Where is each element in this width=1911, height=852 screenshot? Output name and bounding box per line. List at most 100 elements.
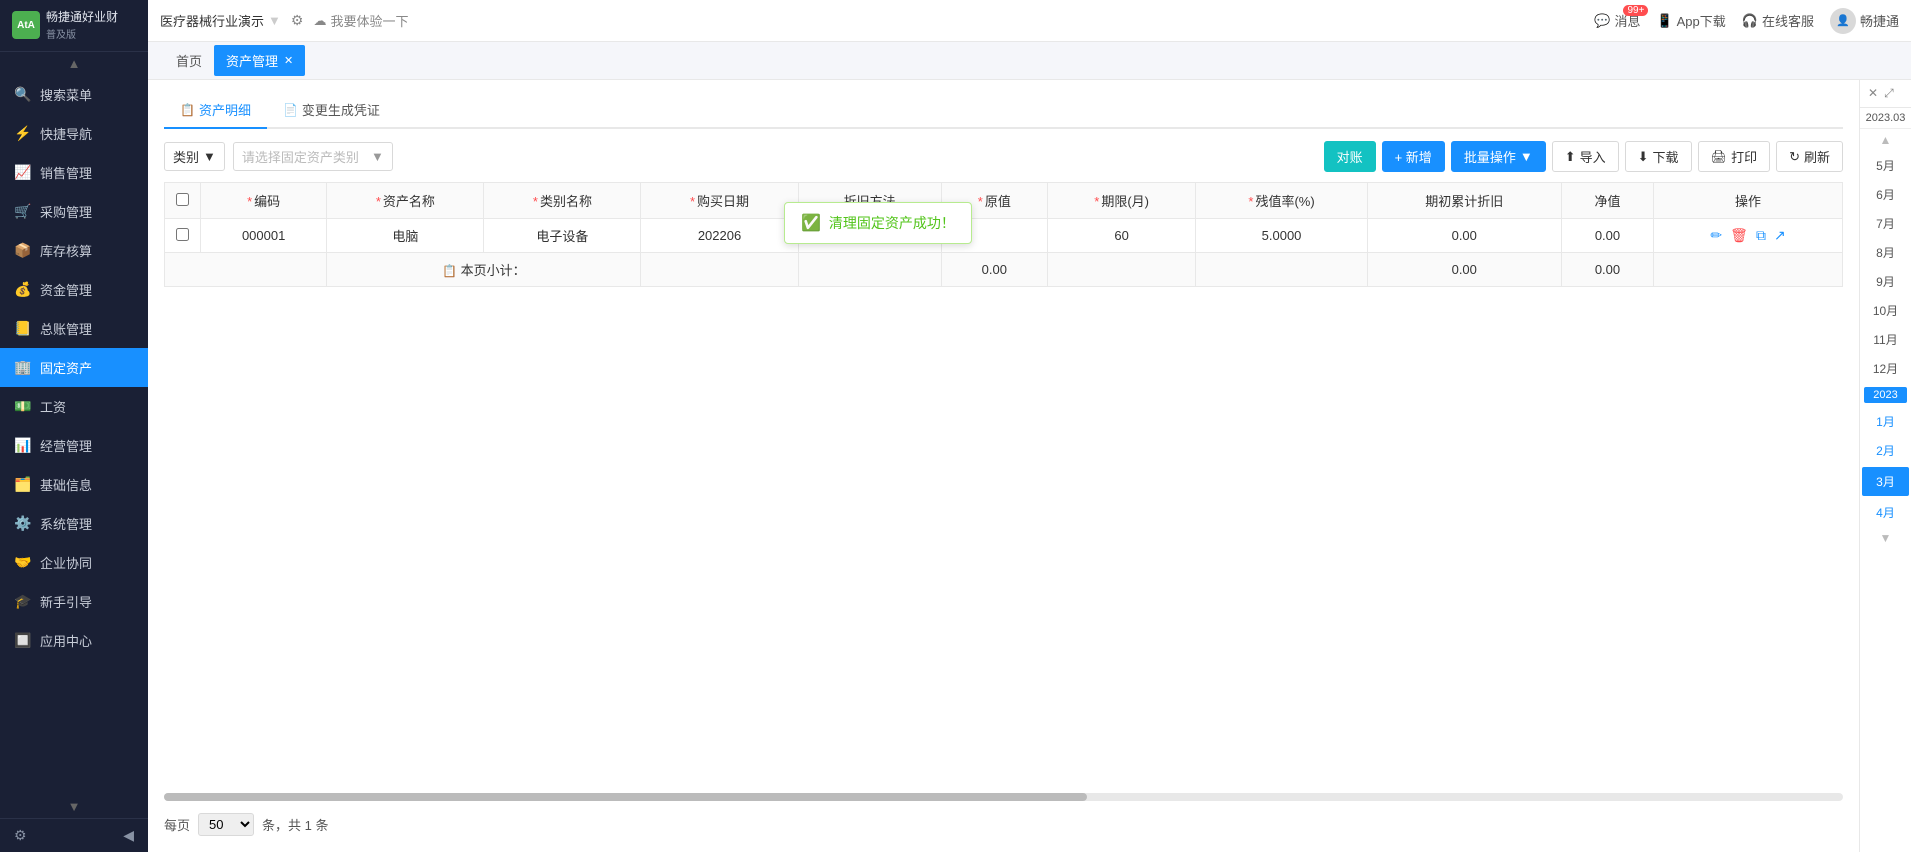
online-service-btn[interactable]: 🎧 在线客服 (1742, 11, 1814, 30)
new-btn[interactable]: + 新增 (1382, 141, 1445, 172)
tab-close-icon[interactable]: ✕ (284, 54, 293, 67)
user-profile[interactable]: 👤 畅捷通 (1830, 8, 1899, 34)
sidebar-icon-2: 📈 (14, 163, 32, 181)
sidebar-label-10: 基础信息 (40, 475, 92, 494)
experience-btn[interactable]: ☁ 我要体验一下 (313, 11, 408, 30)
right-panel-header: ✕ ⤢ (1860, 80, 1911, 108)
print-btn[interactable]: 🖨 打印 (1698, 141, 1771, 172)
sidebar-item-8[interactable]: 💵工资 (0, 387, 148, 426)
edit-btn[interactable]: ✏ (1710, 227, 1722, 244)
month-item-2023-3[interactable]: 4月 (1860, 498, 1911, 527)
sidebar-icon-5: 💰 (14, 280, 32, 298)
content-area: 📋 资产明细 📄 变更生成凭证 类别 ▼ 请选择固定资产类别 (148, 80, 1911, 852)
right-panel: ✕ ⤢ 2023.03 ▲5月6月7月8月9月10月11月12月20231月2月… (1859, 80, 1911, 852)
sidebar-item-12[interactable]: 🤝企业协同 (0, 543, 148, 582)
month-item-prev-1[interactable]: 6月 (1860, 180, 1911, 209)
month-scroll-down[interactable]: ▼ (1860, 527, 1911, 549)
sidebar-logo: AtA 畅捷通好业财 普及版 (0, 0, 148, 52)
sidebar-item-14[interactable]: 🔲应用中心 (0, 621, 148, 660)
main-content: 医疗器械行业演示 ▼ ⚙ ☁ 我要体验一下 💬 消息 99+ 📱 App下载 🎧… (148, 0, 1911, 852)
panel-expand-icon[interactable]: ⤢ (1884, 86, 1894, 101)
change-voucher-icon: 📄 (283, 103, 298, 117)
sidebar-item-4[interactable]: 📦库存核算 (0, 231, 148, 270)
dropdown-arrow-icon: ▼ (371, 149, 384, 164)
sidebar-item-10[interactable]: 🗂️基础信息 (0, 465, 148, 504)
settings-icon[interactable]: ⚙ (14, 827, 27, 844)
category-dropdown[interactable]: 请选择固定资产类别 ▼ (233, 142, 393, 171)
per-page-select[interactable]: 50 100 200 (198, 813, 254, 836)
sidebar-bottom: ⚙ ◀ (0, 818, 148, 852)
collapse-icon[interactable]: ◀ (123, 827, 134, 844)
month-item-prev-6[interactable]: 11月 (1860, 325, 1911, 354)
month-item-prev-2[interactable]: 7月 (1860, 209, 1911, 238)
sidebar-icon-11: ⚙️ (14, 514, 32, 532)
refresh-icon: ↻ (1789, 149, 1800, 165)
h-scrollbar[interactable] (164, 789, 1843, 803)
sidebar-item-13[interactable]: 🎓新手引导 (0, 582, 148, 621)
sidebar-label-4: 库存核算 (40, 241, 92, 260)
pagination: 每页 50 100 200 条，共 1 条 (164, 803, 1843, 840)
account-btn[interactable]: 对账 (1324, 141, 1376, 172)
sidebar-icon-3: 🛒 (14, 202, 32, 220)
th-checkbox (165, 183, 201, 219)
sidebar-scroll-up[interactable]: ▲ (0, 52, 148, 75)
import-btn[interactable]: ⬆ 导入 (1552, 141, 1619, 172)
tab-asset-management[interactable]: 资产管理 ✕ (214, 45, 305, 76)
month-item-prev-3[interactable]: 8月 (1860, 238, 1911, 267)
success-check-icon: ✅ (801, 213, 821, 233)
sub-tabs: 📋 资产明细 📄 变更生成凭证 (164, 92, 1843, 129)
select-all-checkbox[interactable] (176, 193, 189, 206)
sidebar-label-5: 资金管理 (40, 280, 92, 299)
sidebar-item-11[interactable]: ⚙️系统管理 (0, 504, 148, 543)
sidebar-item-6[interactable]: 📒总账管理 (0, 309, 148, 348)
delete-btn[interactable]: 🗑 (1730, 227, 1748, 244)
subtotal-net: 0.00 (1561, 253, 1653, 287)
sidebar-item-3[interactable]: 🛒采购管理 (0, 192, 148, 231)
settings-gear-icon[interactable]: ⚙ (291, 12, 304, 29)
panel-close-icon[interactable]: ✕ (1868, 86, 1878, 101)
sidebar-item-2[interactable]: 📈销售管理 (0, 153, 148, 192)
row-purchase-date: 202206 (641, 219, 798, 253)
sidebar-label-14: 应用中心 (40, 631, 92, 650)
sidebar-item-9[interactable]: 📊经营管理 (0, 426, 148, 465)
row-period: 60 (1047, 219, 1196, 253)
month-scroll-up[interactable]: ▲ (1860, 129, 1911, 151)
app-download-btn[interactable]: 📱 App下载 (1656, 11, 1725, 30)
row-name: 电脑 (327, 219, 484, 253)
category-filter-select[interactable]: 类别 ▼ (164, 142, 225, 171)
sidebar-item-0[interactable]: 🔍搜索菜单 (0, 75, 148, 114)
panel-icons: ✕ ⤢ (1868, 86, 1894, 101)
copy-btn[interactable]: ⧉ (1756, 227, 1766, 244)
month-item-2023-0[interactable]: 1月 (1860, 407, 1911, 436)
messages-btn[interactable]: 💬 消息 99+ (1594, 11, 1640, 30)
toolbar: 类别 ▼ 请选择固定资产类别 ▼ 对账 + 新增 (164, 141, 1843, 172)
company-name: 医疗器械行业演示 (160, 11, 264, 30)
subtab-change-voucher[interactable]: 📄 变更生成凭证 (267, 92, 396, 129)
download-btn[interactable]: ⬇ 下载 (1625, 141, 1692, 172)
tab-home[interactable]: 首页 (164, 45, 214, 76)
batch-btn[interactable]: 批量操作 ▼ (1451, 141, 1546, 172)
month-item-prev-5[interactable]: 10月 (1860, 296, 1911, 325)
sidebar-label-8: 工资 (40, 397, 66, 416)
subtab-asset-detail[interactable]: 📋 资产明细 (164, 92, 267, 129)
month-item-prev-4[interactable]: 9月 (1860, 267, 1911, 296)
month-item-2023-1[interactable]: 2月 (1860, 436, 1911, 465)
th-category: *类别名称 (484, 183, 641, 219)
sidebar-label-9: 经营管理 (40, 436, 92, 455)
sidebar-item-5[interactable]: 💰 资金管理 (0, 270, 148, 309)
print-icon: 🖨 (1711, 149, 1728, 165)
month-item-prev-7[interactable]: 12月 (1860, 354, 1911, 383)
sidebar-scroll-down[interactable]: ▼ (0, 795, 148, 818)
sidebar-icon-7: 🏢 (14, 358, 32, 376)
row-select-checkbox[interactable] (176, 228, 189, 241)
subtotal-original: 0.00 (941, 253, 1047, 287)
subtotal-label-cell: 📋 本页小计： (327, 253, 641, 287)
month-item-prev-0[interactable]: 5月 (1860, 151, 1911, 180)
month-item-2023-2[interactable]: 3月 (1862, 467, 1909, 496)
sidebar-label-0: 搜索菜单 (40, 85, 92, 104)
more-btn[interactable]: ↗ (1774, 227, 1786, 244)
refresh-btn[interactable]: ↻ 刷新 (1776, 141, 1843, 172)
download-icon: ⬇ (1638, 149, 1649, 165)
sidebar-item-7[interactable]: 🏢固定资产 (0, 348, 148, 387)
sidebar-item-1[interactable]: ⚡快捷导航 (0, 114, 148, 153)
